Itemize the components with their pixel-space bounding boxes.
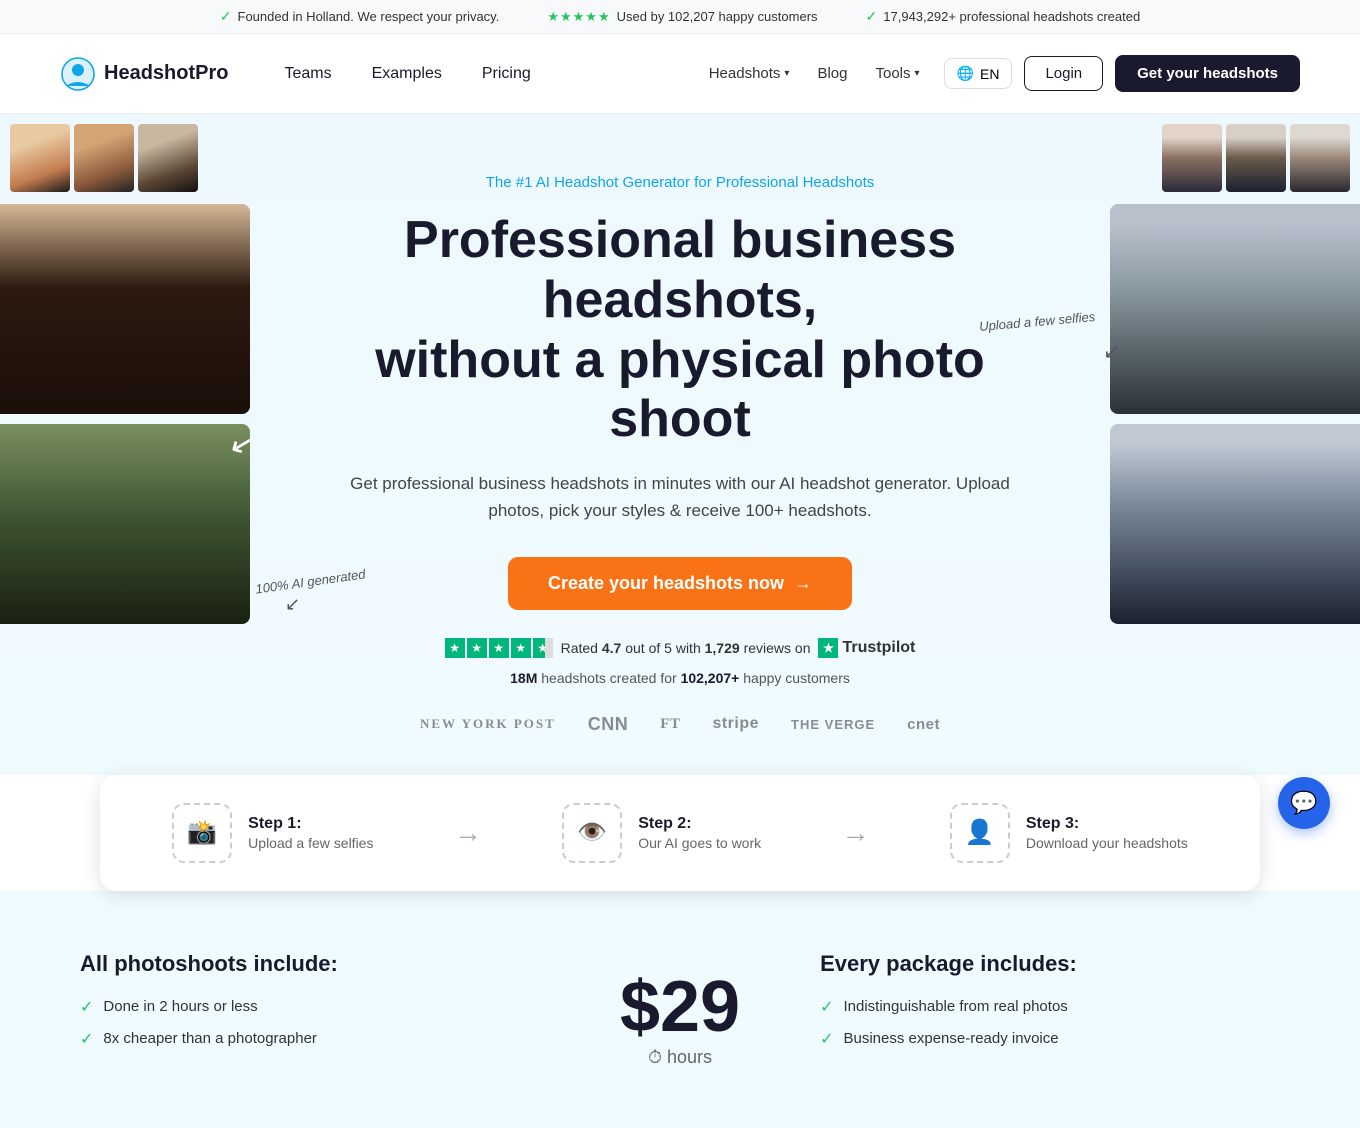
large-photo-right-top <box>1110 204 1360 414</box>
small-photo-man-3 <box>1290 124 1350 192</box>
includes-left-title: All photoshoots include: <box>80 951 540 977</box>
step-2-icon: 👁️ <box>562 803 622 863</box>
includes-right: Every package includes: ✓ Indistinguisha… <box>820 951 1280 1061</box>
small-photo-3 <box>138 124 198 192</box>
top-banner: ✓ Founded in Holland. We respect your pr… <box>0 0 1360 34</box>
banner-text-1: Founded in Holland. We respect your priv… <box>238 9 500 24</box>
includes-left: All photoshoots include: ✓ Done in 2 hou… <box>80 951 540 1061</box>
language-selector[interactable]: 🌐 EN <box>944 58 1013 89</box>
press-stripe: stripe <box>712 715 759 733</box>
trustpilot-row: ★ ★ ★ ★ ★ Rated 4.7 out of 5 with 1,729 … <box>320 638 1040 658</box>
includes-right-title: Every package includes: <box>820 951 1280 977</box>
chat-icon: 💬 <box>1290 790 1317 816</box>
steps-bar: 📸 Step 1: Upload a few selfies → 👁️ Step… <box>100 775 1260 891</box>
step-1: 📸 Step 1: Upload a few selfies <box>172 803 373 863</box>
chat-bubble[interactable]: 💬 <box>1278 777 1330 829</box>
banner-item-1: ✓ Founded in Holland. We respect your pr… <box>220 8 500 25</box>
star-5: ★ <box>533 638 553 658</box>
headshots-count: 18M headshots created for 102,207+ happy… <box>320 670 1040 686</box>
check-icon-item-3: ✓ <box>820 997 833 1017</box>
step-1-icon: 📸 <box>172 803 232 863</box>
nav-tools[interactable]: Tools ▾ <box>863 57 931 90</box>
header-right: Headshots ▾ Blog Tools ▾ 🌐 EN Login Get … <box>697 55 1300 92</box>
ai-arrow: ↙ <box>285 594 300 615</box>
nav-examples[interactable]: Examples <box>356 57 458 91</box>
star-1: ★ <box>445 638 465 658</box>
step-1-text: Step 1: Upload a few selfies <box>248 815 373 851</box>
hero-section: ↙ Upload a few selfies ↙ 100% AI generat… <box>0 114 1360 775</box>
small-photo-man-2 <box>1226 124 1286 192</box>
price-amount: $29 <box>620 971 740 1043</box>
includes-item-1: ✓ Done in 2 hours or less <box>80 997 540 1017</box>
banner-item-2: ★★★★★ Used by 102,207 happy customers <box>547 8 817 25</box>
step-3-icon: 👤 <box>950 803 1010 863</box>
hero-cta-button[interactable]: Create your headshots now → <box>508 557 852 610</box>
press-cnet: cnet <box>907 716 940 733</box>
hero-subtitle: The #1 AI Headshot Generator for Profess… <box>320 174 1040 191</box>
step-2: 👁️ Step 2: Our AI goes to work <box>562 803 761 863</box>
includes-item-2: ✓ 8x cheaper than a photographer <box>80 1029 540 1049</box>
lang-label: EN <box>980 66 999 82</box>
trustpilot-logo: ★ Trustpilot <box>818 638 915 658</box>
nav-left: Teams Examples Pricing <box>268 57 546 91</box>
step-3: 👤 Step 3: Download your headshots <box>950 803 1188 863</box>
globe-icon: 🌐 <box>957 65 974 82</box>
logo-text: HeadshotPro <box>104 62 228 85</box>
press-verge: THE VERGE <box>791 717 875 732</box>
chevron-down-icon-2: ▾ <box>915 68 920 79</box>
logo-icon <box>60 56 96 92</box>
star-4: ★ <box>511 638 531 658</box>
step-arrow-2: → <box>842 817 870 849</box>
press-ft: FT <box>660 716 680 733</box>
chevron-down-icon: ▾ <box>784 68 789 79</box>
nav-teams[interactable]: Teams <box>268 57 347 91</box>
check-icon-item-1: ✓ <box>80 997 93 1017</box>
price-unit: ⏱ hours <box>620 1047 740 1068</box>
nav-blog[interactable]: Blog <box>805 57 859 90</box>
nav-right: Headshots ▾ Blog Tools ▾ <box>697 57 932 90</box>
small-photo-man-1 <box>1162 124 1222 192</box>
press-cnn: CNN <box>588 714 629 735</box>
press-logos: NEW YORK POST CNN FT stripe THE VERGE cn… <box>320 714 1040 735</box>
includes-item-3: ✓ Indistinguishable from real photos <box>820 997 1280 1017</box>
nav-headshots[interactable]: Headshots ▾ <box>697 57 802 90</box>
small-photo-1 <box>10 124 70 192</box>
step-arrow-1: → <box>454 817 482 849</box>
includes-item-4: ✓ Business expense-ready invoice <box>820 1029 1280 1049</box>
hero-description: Get professional business headshots in m… <box>320 470 1040 524</box>
banner-text-2: Used by 102,207 happy customers <box>617 9 818 24</box>
header: HeadshotPro Teams Examples Pricing Heads… <box>0 34 1360 114</box>
star-2: ★ <box>467 638 487 658</box>
check-icon-3: ✓ <box>866 8 878 25</box>
nav-pricing[interactable]: Pricing <box>466 57 547 91</box>
small-photo-2 <box>74 124 134 192</box>
trustpilot-text: Rated 4.7 out of 5 with 1,729 reviews on <box>561 640 811 656</box>
small-photos-right <box>1162 124 1350 192</box>
upload-arrow: ↙ <box>1103 339 1120 364</box>
large-photo-left-bottom <box>0 424 250 624</box>
banner-item-3: ✓ 17,943,292+ professional headshots cre… <box>866 8 1141 25</box>
step-2-text: Step 2: Our AI goes to work <box>638 815 761 851</box>
get-headshots-button[interactable]: Get your headshots <box>1115 55 1300 92</box>
small-photos-left <box>10 124 198 192</box>
check-icon-item-2: ✓ <box>80 1029 93 1049</box>
trustpilot-icon: ★ <box>818 638 838 658</box>
step-3-text: Step 3: Download your headshots <box>1026 815 1188 851</box>
star-3: ★ <box>489 638 509 658</box>
star-icons: ★★★★★ <box>547 9 610 25</box>
trustpilot-stars: ★ ★ ★ ★ ★ <box>445 638 553 658</box>
check-icon-item-4: ✓ <box>820 1029 833 1049</box>
banner-text-3: 17,943,292+ professional headshots creat… <box>883 9 1140 24</box>
logo[interactable]: HeadshotPro <box>60 56 228 92</box>
price-center: $29 ⏱ hours <box>580 951 780 1088</box>
check-icon-1: ✓ <box>220 8 232 25</box>
hero-title: Professional business headshots, without… <box>320 211 1040 450</box>
arrow-right-icon: → <box>794 573 812 594</box>
press-nypost: NEW YORK POST <box>420 716 556 732</box>
large-photo-right-bottom <box>1110 424 1360 624</box>
login-button[interactable]: Login <box>1024 56 1103 91</box>
hero-content: The #1 AI Headshot Generator for Profess… <box>320 174 1040 735</box>
large-photo-left-top <box>0 204 250 414</box>
bottom-section: All photoshoots include: ✓ Done in 2 hou… <box>0 891 1360 1128</box>
